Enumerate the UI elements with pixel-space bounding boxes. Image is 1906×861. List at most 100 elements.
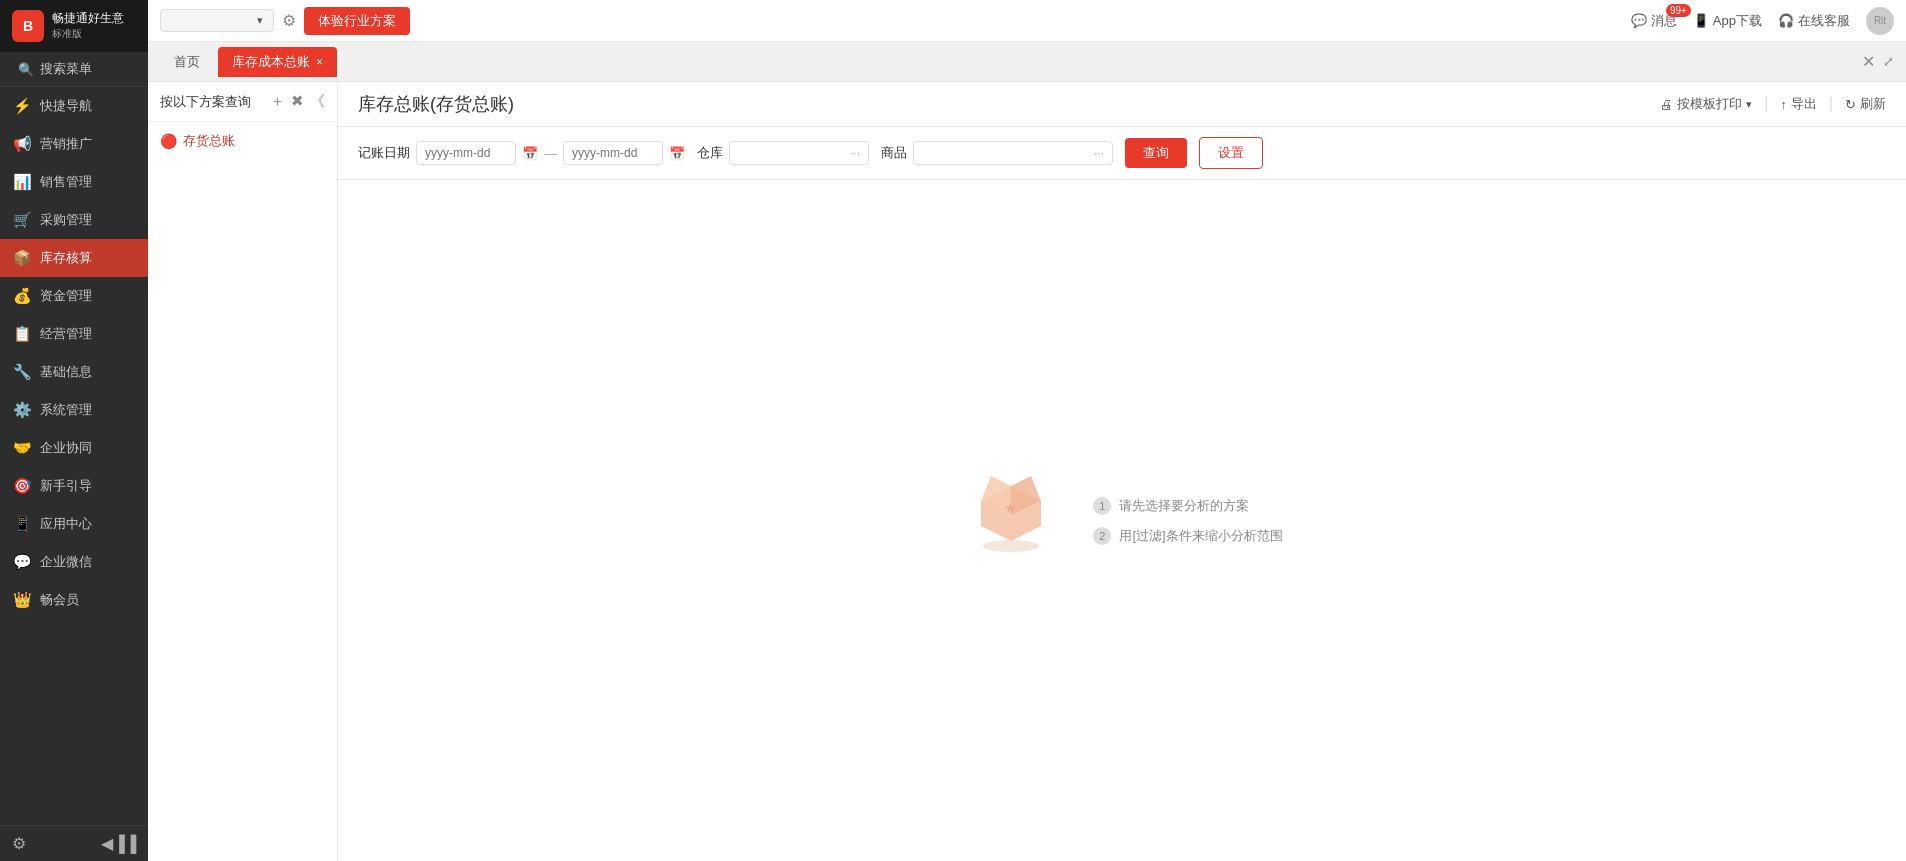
search-button[interactable]: 查询 xyxy=(1125,138,1187,168)
sidebar-item-label: 基础信息 xyxy=(40,363,92,381)
app-center-icon: 📱 xyxy=(12,515,32,533)
sidebar-item-app-center[interactable]: 📱 应用中心 xyxy=(0,505,148,543)
sidebar-item-inventory[interactable]: 📦 库存核算 xyxy=(0,239,148,277)
warehouse-select[interactable]: ··· xyxy=(729,141,869,165)
filter-item-label: 存货总账 xyxy=(183,132,235,150)
filter-item-icon: 🔴 xyxy=(160,133,177,149)
sidebar-item-label: 畅会员 xyxy=(40,591,79,609)
sidebar-item-member[interactable]: 👑 畅会员 xyxy=(0,581,148,619)
date-to-input[interactable] xyxy=(563,141,663,165)
sidebar-item-finance[interactable]: 💰 资金管理 xyxy=(0,277,148,315)
tab-inventory-cost[interactable]: 库存成本总账 × xyxy=(218,47,337,77)
tab-inventory-label: 库存成本总账 xyxy=(232,53,310,71)
speaker-icon[interactable]: ◀▐▐ xyxy=(101,834,136,853)
tip-2-number: 2 xyxy=(1093,527,1111,545)
sidebar-item-operation[interactable]: 📋 经营管理 xyxy=(0,315,148,353)
panel-close-icon[interactable]: ✕ xyxy=(1862,52,1875,71)
sidebar-search[interactable]: 🔍 搜索菜单 xyxy=(0,52,148,87)
sidebar-item-system[interactable]: ⚙️ 系统管理 xyxy=(0,391,148,429)
app-name: 畅捷通好生意 xyxy=(52,11,124,27)
topbar-right: 💬 消息 99+ 📱 App下载 🎧 在线客服 Rit xyxy=(1631,7,1894,35)
sales-icon: 📊 xyxy=(12,173,32,191)
search-bar: 记账日期 📅 — 📅 仓库 ··· 商品 xyxy=(338,127,1906,180)
industry-btn[interactable]: 体验行业方案 xyxy=(304,7,410,35)
topbar-gear-icon[interactable]: ⚙ xyxy=(282,11,296,30)
online-service-item[interactable]: 🎧 在线客服 xyxy=(1778,12,1850,30)
settings-bottom-icon[interactable]: ⚙ xyxy=(12,834,26,853)
panel-resize-icon[interactable]: ⤢ xyxy=(1883,54,1894,69)
sidebar-item-base[interactable]: 🔧 基础信息 xyxy=(0,353,148,391)
main-content: 库存总账(存货总账) 🖨 按模板打印 ▾ | ↑ 导出 | ↻ xyxy=(338,82,1906,861)
warehouse-more-icon[interactable]: ··· xyxy=(850,146,860,160)
marketing-icon: 📢 xyxy=(12,135,32,153)
warehouse-field-group: 仓库 ··· xyxy=(697,141,869,165)
goods-label: 商品 xyxy=(881,144,907,162)
refresh-label: 刷新 xyxy=(1860,95,1886,113)
goods-more-icon[interactable]: ··· xyxy=(1094,146,1104,160)
delete-filter-icon[interactable]: ✖ xyxy=(291,92,304,111)
sidebar-search-label: 搜索菜单 xyxy=(40,60,92,78)
goods-select[interactable]: ··· xyxy=(913,141,1113,165)
app-logo-icon: B xyxy=(12,10,44,42)
calendar-to-icon[interactable]: 📅 xyxy=(669,146,685,161)
filter-header: 按以下方案查询 ＋ ✖ 《 xyxy=(148,82,337,122)
sidebar-item-label: 营销推广 xyxy=(40,135,92,153)
purchase-icon: 🛒 xyxy=(12,211,32,229)
sidebar-item-sales[interactable]: 📊 销售管理 xyxy=(0,163,148,201)
print-chevron-icon: ▾ xyxy=(1746,98,1752,111)
export-btn[interactable]: ↑ 导出 xyxy=(1780,95,1817,113)
system-icon: ⚙️ xyxy=(12,401,32,419)
sidebar-logo: B 畅捷通好生意 标准版 xyxy=(0,0,148,52)
print-btn[interactable]: 🖨 按模板打印 ▾ xyxy=(1660,95,1752,113)
date-field-group: 记账日期 📅 — 📅 xyxy=(358,141,685,165)
scheme-selector[interactable]: ▾ xyxy=(160,9,274,32)
sidebar-item-wechat[interactable]: 💬 企业微信 xyxy=(0,543,148,581)
sidebar-item-marketing[interactable]: 📢 营销推广 xyxy=(0,125,148,163)
sidebar-bottom: ⚙ ◀▐▐ xyxy=(0,825,148,861)
sidebar-item-label: 新手引导 xyxy=(40,477,92,495)
page-title-bar: 库存总账(存货总账) 🖨 按模板打印 ▾ | ↑ 导出 | ↻ xyxy=(338,82,1906,127)
topbar-left: ▾ ⚙ 体验行业方案 xyxy=(160,7,410,35)
page-title-actions: 🖨 按模板打印 ▾ | ↑ 导出 | ↻ 刷新 xyxy=(1660,95,1886,113)
sidebar-item-purchase[interactable]: 🛒 采购管理 xyxy=(0,201,148,239)
filter-panel: 按以下方案查询 ＋ ✖ 《 🔴 存货总账 xyxy=(148,82,338,861)
message-item[interactable]: 💬 消息 99+ xyxy=(1631,12,1677,30)
print-icon: 🖨 xyxy=(1660,97,1673,112)
sidebar-item-quick-nav[interactable]: ⚡ 快捷导航 xyxy=(0,87,148,125)
filter-item-inventory[interactable]: 🔴 存货总账 xyxy=(148,122,337,160)
refresh-btn[interactable]: ↻ 刷新 xyxy=(1845,95,1886,113)
date-from-input[interactable] xyxy=(416,141,516,165)
sidebar-item-guide[interactable]: 🎯 新手引导 xyxy=(0,467,148,505)
add-filter-icon[interactable]: ＋ xyxy=(270,92,285,111)
sidebar: B 畅捷通好生意 标准版 🔍 搜索菜单 ⚡ 快捷导航 📢 营销推广 📊 销售管理… xyxy=(0,0,148,861)
sidebar-item-label: 快捷导航 xyxy=(40,97,92,115)
sidebar-item-label: 企业协同 xyxy=(40,439,92,457)
online-service-label: 在线客服 xyxy=(1798,12,1850,30)
sidebar-item-label: 应用中心 xyxy=(40,515,92,533)
calendar-from-icon[interactable]: 📅 xyxy=(522,146,538,161)
wechat-icon: 💬 xyxy=(12,553,32,571)
warehouse-label: 仓库 xyxy=(697,144,723,162)
user-info-item[interactable]: Rit xyxy=(1866,7,1894,35)
operation-icon: 📋 xyxy=(12,325,32,343)
tab-home[interactable]: 首页 xyxy=(160,47,214,77)
svg-text:★: ★ xyxy=(1004,500,1017,516)
app-download-item[interactable]: 📱 App下载 xyxy=(1693,12,1762,30)
content-area: 按以下方案查询 ＋ ✖ 《 🔴 存货总账 库存总账(存货总账) 🖨 xyxy=(148,82,1906,861)
sidebar-item-label: 经营管理 xyxy=(40,325,92,343)
date-label: 记账日期 xyxy=(358,144,410,162)
sidebar-item-label: 采购管理 xyxy=(40,211,92,229)
sidebar-nav: ⚡ 快捷导航 📢 营销推广 📊 销售管理 🛒 采购管理 📦 库存核算 💰 资金管… xyxy=(0,87,148,825)
goods-field-group: 商品 ··· xyxy=(881,141,1113,165)
sidebar-item-corp[interactable]: 🤝 企业协同 xyxy=(0,429,148,467)
search-icon: 🔍 xyxy=(18,62,34,77)
page-title: 库存总账(存货总账) xyxy=(358,92,514,116)
collapse-filter-icon[interactable]: 《 xyxy=(310,92,325,111)
corp-icon: 🤝 xyxy=(12,439,32,457)
svg-point-5 xyxy=(983,540,1039,552)
settings-button[interactable]: 设置 xyxy=(1199,137,1263,169)
tab-close-icon[interactable]: × xyxy=(316,55,323,69)
filter-header-actions: ＋ ✖ 《 xyxy=(270,92,325,111)
tip-2-text: 用[过滤]条件来缩小分析范围 xyxy=(1119,527,1282,545)
tabs-right: ✕ ⤢ xyxy=(1862,52,1894,71)
